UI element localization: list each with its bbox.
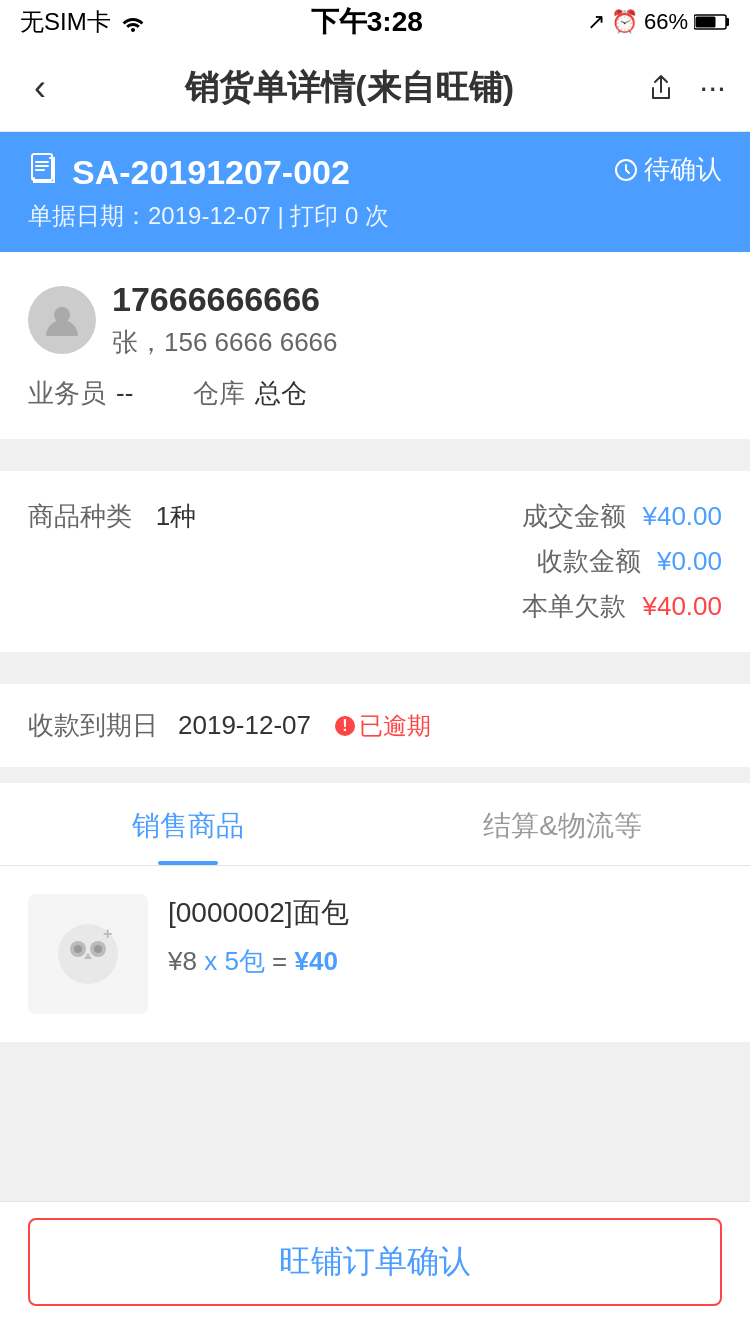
battery-icon xyxy=(694,13,730,31)
owed-value: ¥40.00 xyxy=(642,591,722,622)
sales-meta: 业务员 -- xyxy=(28,376,133,411)
more-icon[interactable]: ··· xyxy=(699,69,726,106)
received-row: 收款金额 ¥0.00 xyxy=(537,544,722,579)
customer-avatar xyxy=(28,286,96,354)
order-icon xyxy=(28,152,60,192)
product-item: + [0000002]面包 ¥8 x 5包 = ¥40 xyxy=(0,866,750,1043)
divider-3 xyxy=(0,767,750,783)
back-button[interactable]: ‹ xyxy=(24,57,56,119)
order-date: 单据日期：2019-12-07 | 打印 0 次 xyxy=(28,200,389,232)
confirm-order-button[interactable]: 旺铺订单确认 xyxy=(28,1218,722,1306)
price-unit: ¥8 xyxy=(168,946,197,976)
divider-1 xyxy=(0,439,750,455)
transaction-row: 成交金额 ¥40.00 xyxy=(522,499,722,534)
product-list: + [0000002]面包 ¥8 x 5包 = ¥40 xyxy=(0,866,750,1043)
sales-label: 业务员 xyxy=(28,376,106,411)
overdue-badge: ! 已逾期 xyxy=(335,710,431,742)
tab-products-label: 销售商品 xyxy=(132,810,244,841)
warehouse-meta: 仓库 总仓 xyxy=(193,376,307,411)
wifi-icon xyxy=(119,12,147,32)
summary-left: 商品种类 1种 xyxy=(28,499,196,534)
tab-settlement[interactable]: 结算&物流等 xyxy=(375,783,750,865)
transaction-label: 成交金额 xyxy=(522,499,626,534)
carrier-text: 无SIM卡 xyxy=(20,6,111,38)
bottom-bar: 旺铺订单确认 xyxy=(0,1201,750,1334)
received-value: ¥0.00 xyxy=(657,546,722,577)
product-name: [0000002]面包 xyxy=(168,894,722,932)
battery-percent: 66% xyxy=(644,9,688,35)
customer-name: 张，156 6666 6666 xyxy=(112,325,338,360)
order-id-text: SA-20191207-002 xyxy=(72,153,350,192)
customer-row: 17666666666 张，156 6666 6666 xyxy=(28,280,722,360)
tab-bar: 销售商品 结算&物流等 xyxy=(0,783,750,866)
product-type-label: 商品种类 xyxy=(28,501,132,531)
customer-meta: 业务员 -- 仓库 总仓 xyxy=(28,376,722,411)
share-icon[interactable] xyxy=(643,70,679,106)
order-status: 待确认 xyxy=(614,152,722,187)
order-header-banner: SA-20191207-002 单据日期：2019-12-07 | 打印 0 次… xyxy=(0,132,750,252)
svg-rect-1 xyxy=(726,18,729,26)
due-date: 2019-12-07 xyxy=(178,710,311,741)
warehouse-value: 总仓 xyxy=(255,376,307,411)
transaction-value: ¥40.00 xyxy=(642,501,722,532)
sales-value: -- xyxy=(116,378,133,409)
product-price: ¥8 x 5包 = ¥40 xyxy=(168,944,722,979)
received-label: 收款金额 xyxy=(537,544,641,579)
product-thumb-owl-icon: + xyxy=(43,919,133,989)
owed-row: 本单欠款 ¥40.00 xyxy=(522,589,722,624)
warehouse-label: 仓库 xyxy=(193,376,245,411)
status-bar: 无SIM卡 下午3:28 ↗ ⏰ 66% xyxy=(0,0,750,44)
summary-section: 商品种类 1种 成交金额 ¥40.00 收款金额 ¥0.00 本单欠款 ¥40.… xyxy=(0,471,750,652)
status-right: ↗ ⏰ 66% xyxy=(587,9,730,35)
customer-phone: 17666666666 xyxy=(112,280,338,319)
clock-icon xyxy=(614,158,638,182)
customer-section: 17666666666 张，156 6666 6666 业务员 -- 仓库 总仓 xyxy=(0,252,750,439)
due-section: 收款到期日 2019-12-07 ! 已逾期 xyxy=(0,684,750,767)
order-status-text: 待确认 xyxy=(644,152,722,187)
due-label: 收款到期日 xyxy=(28,708,158,743)
product-info: [0000002]面包 ¥8 x 5包 = ¥40 xyxy=(168,894,722,979)
alarm-icon: ⏰ xyxy=(611,9,638,35)
divider-2 xyxy=(0,652,750,668)
nav-actions: ··· xyxy=(643,69,726,106)
svg-point-10 xyxy=(94,945,102,953)
svg-rect-2 xyxy=(695,17,715,28)
status-left: 无SIM卡 xyxy=(20,6,147,38)
summary-right: 成交金额 ¥40.00 收款金额 ¥0.00 本单欠款 ¥40.00 xyxy=(522,499,722,624)
nav-bar: ‹ 销货单详情(来自旺铺) ··· xyxy=(0,44,750,132)
location-icon: ↗ xyxy=(587,9,605,35)
price-total: ¥40 xyxy=(295,946,338,976)
page-title: 销货单详情(来自旺铺) xyxy=(185,65,514,111)
overdue-dot-icon: ! xyxy=(335,716,355,736)
product-thumbnail: + xyxy=(28,894,148,1014)
price-quantity: x 5包 xyxy=(204,946,272,976)
owed-label: 本单欠款 xyxy=(522,589,626,624)
order-id-row: SA-20191207-002 xyxy=(28,152,389,192)
tab-products[interactable]: 销售商品 xyxy=(0,783,375,865)
tab-settlement-label: 结算&物流等 xyxy=(483,810,642,841)
product-type-value: 1种 xyxy=(156,501,196,531)
status-time: 下午3:28 xyxy=(311,3,423,41)
svg-point-9 xyxy=(74,945,82,953)
product-type-row: 商品种类 1种 xyxy=(28,499,196,534)
confirm-order-label: 旺铺订单确认 xyxy=(279,1240,471,1284)
overdue-text: 已逾期 xyxy=(359,710,431,742)
svg-text:+: + xyxy=(103,925,112,942)
